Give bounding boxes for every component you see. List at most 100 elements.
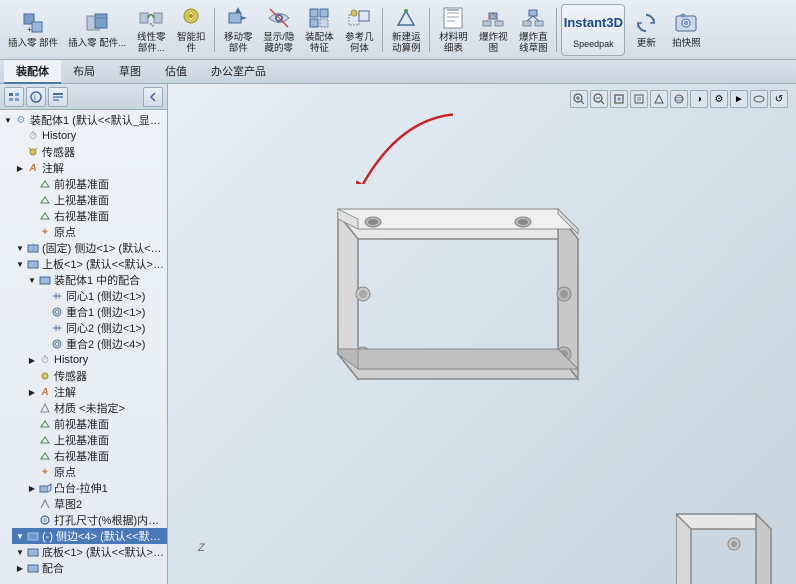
vp-3d-heads-up-btn[interactable] [750, 90, 768, 108]
explode-view-icon [479, 5, 507, 31]
toolbar-explode-view-label: 爆炸视图 [479, 33, 508, 54]
reference-geometry-icon [345, 5, 373, 31]
vp-zoom-in-btn[interactable] [570, 90, 588, 108]
toolbar-insert-component-label: 插入零 部件 [8, 39, 58, 49]
vp-view-setting-btn[interactable]: ⚙ [710, 90, 728, 108]
tree-item-material[interactable]: 材质 <未指定> [24, 400, 167, 416]
tab-office-product[interactable]: 办公室产品 [199, 60, 278, 84]
insert-parts-icon [83, 9, 111, 37]
tree-item-hole[interactable]: 打孔尺寸(%根据)内六角圆 [24, 512, 167, 528]
toolbar-material-details[interactable]: 材料明细表 [434, 4, 472, 56]
tree-item-annotation2[interactable]: ▶ A 注解 [24, 384, 167, 400]
toolbar-insert-parts[interactable]: 插入零 配件... [64, 4, 130, 56]
separator1 [214, 8, 215, 52]
toolbar-smart-parts-label: 智能扣件 [177, 33, 206, 54]
toolbar-smart-parts[interactable]: 智能扣件 [172, 4, 210, 56]
tab-sketch[interactable]: 草图 [107, 60, 153, 84]
material-details-icon [439, 5, 467, 31]
svg-text:∿: ∿ [149, 22, 155, 29]
tree-item-fixed-side[interactable]: ▼ (固定) 侧边<1> (默认<<默认 [12, 240, 167, 256]
z-axis-label: Z [198, 542, 205, 554]
tree-item-front-plane[interactable]: 前视基准面 [24, 176, 167, 192]
toolbar-show-hide[interactable]: 显示/隐藏的零 [259, 4, 298, 56]
tree-item-sensor2[interactable]: 传感器 [24, 368, 167, 384]
vp-section-btn[interactable]: ◑ [690, 90, 708, 108]
viewport[interactable]: ◑ ⚙ ► ↺ [168, 84, 796, 584]
feature-tree[interactable]: ▼ ⚙ 装配体1 (默认<<默认_显示状态 ⏱ History 传感器 ▶ A … [0, 110, 167, 584]
panel-icon-config[interactable] [48, 87, 68, 107]
toolbar-explode-line[interactable]: 爆炸直线草图 [514, 4, 552, 56]
tree-item-top-plate[interactable]: ▼ 上板<1> (默认<<默认>显示_显 [12, 256, 167, 272]
panel-icon-property[interactable]: i [26, 87, 46, 107]
toolbar-explode-line-label: 爆炸直线草图 [519, 33, 548, 54]
tree-item-origin1[interactable]: ✦ 原点 [24, 224, 167, 240]
3d-model [278, 154, 678, 454]
move-parts-icon [224, 5, 252, 31]
explode-line-icon [519, 5, 547, 31]
separator2 [382, 8, 383, 52]
tree-item-mates[interactable]: ▶ 配合 [12, 560, 167, 576]
viewport-toolbar: ◑ ⚙ ► ↺ [570, 90, 788, 108]
tree-item-sketch2[interactable]: 草图2 [24, 496, 167, 512]
vp-zoom-out-btn[interactable] [590, 90, 608, 108]
vp-more-btn[interactable]: ► [730, 90, 748, 108]
toolbar-move-parts-label: 移动零部件 [224, 33, 253, 54]
tree-item-concentric1[interactable]: 重合1 (侧边<1>) [36, 304, 167, 320]
show-hide-icon [265, 5, 293, 31]
tree-item-right-plane[interactable]: 右视基准面 [24, 208, 167, 224]
vp-rotate-btn[interactable]: ↺ [770, 90, 788, 108]
separator3 [429, 8, 430, 52]
tab-assembly[interactable]: 装配体 [4, 60, 61, 84]
tab-layout[interactable]: 布局 [61, 60, 107, 84]
panel-icon-tree[interactable] [4, 87, 24, 107]
tree-item-bottom-plate[interactable]: ▼ 底板<1> (默认<<默认>_显 [12, 544, 167, 560]
tree-item-root[interactable]: ▼ ⚙ 装配体1 (默认<<默认_显示状态 [0, 112, 167, 128]
left-panel: i ▼ ⚙ 装配体1 (默认<<默认_显示状态 ⏱ History [0, 84, 168, 584]
screenshot-icon [672, 9, 700, 37]
tree-item-history[interactable]: ⏱ History [12, 128, 167, 144]
toolbar-show-hide-label: 显示/隐藏的零 [263, 33, 294, 54]
top-toolbar: + 插入零 部件 插入零 配件... ∿ 线性零部件... [0, 0, 796, 60]
separator4 [556, 8, 557, 52]
assembly-features-icon [305, 5, 333, 31]
toolbar-reference-geometry-label: 参考几何体 [345, 33, 374, 54]
tree-item-coincident2[interactable]: 同心2 (侧边<1>) [36, 320, 167, 336]
toolbar-screenshot[interactable]: 拍快照 [667, 4, 705, 56]
toolbar-explode-view[interactable]: 爆炸视图 [474, 4, 512, 56]
tree-item-right-plane2[interactable]: 右视基准面 [24, 448, 167, 464]
toolbar-update-label: 更新 [637, 39, 656, 49]
vp-display-style-btn[interactable] [650, 90, 668, 108]
toolbar-update[interactable]: 更新 [627, 4, 665, 56]
tree-item-front-plane2[interactable]: 前视基准面 [24, 416, 167, 432]
tree-item-origin2[interactable]: ✦ 原点 [24, 464, 167, 480]
tree-item-boss-extrude[interactable]: ▶ 凸台-拉伸1 [24, 480, 167, 496]
vp-fit-btn[interactable] [610, 90, 628, 108]
vp-hide-show-btn[interactable] [670, 90, 688, 108]
toolbar-reference-geometry[interactable]: 参考几何体 [340, 4, 378, 56]
toolbar-instant3d-label: Speedpak [573, 40, 614, 50]
tree-item-top-plane2[interactable]: 上视基准面 [24, 432, 167, 448]
toolbar-assembly-features-label: 装配体特征 [305, 33, 334, 54]
toolbar-wire-config[interactable]: ∿ 线性零部件... [132, 4, 170, 56]
tree-item-concentric2[interactable]: 重合2 (侧边<4>) [36, 336, 167, 352]
tree-item-sensor[interactable]: 传感器 [12, 144, 167, 160]
toolbar-insert-parts-label: 插入零 配件... [68, 39, 126, 49]
toolbar-new-motion[interactable]: 新建运动算例 [387, 4, 425, 56]
vp-view-orient-btn[interactable] [630, 90, 648, 108]
tree-item-history2[interactable]: ▶ ⏱ History [24, 352, 167, 368]
tree-item-annotation1[interactable]: ▶ A 注解 [12, 160, 167, 176]
panel-collapse-btn[interactable] [143, 87, 163, 107]
toolbar-assembly-features[interactable]: 装配体特征 [300, 4, 338, 56]
tree-item-side4[interactable]: ▼ (-) 侧边<4> (默认<<默认>... [12, 528, 167, 544]
tab-evaluate[interactable]: 估值 [153, 60, 199, 84]
svg-text:+: + [27, 25, 32, 34]
insert-component-icon: + [19, 9, 47, 37]
partial-model [676, 504, 796, 584]
tree-item-coincident1[interactable]: 同心1 (侧边<1>) [36, 288, 167, 304]
toolbar-instant3d[interactable]: Instant3D Speedpak [561, 4, 625, 56]
tree-item-mates-in-assembly[interactable]: ▼ 装配体1 中的配合 [24, 272, 167, 288]
toolbar-insert-component[interactable]: + 插入零 部件 [4, 4, 62, 56]
main-area: i ▼ ⚙ 装配体1 (默认<<默认_显示状态 ⏱ History [0, 84, 796, 584]
toolbar-move-parts[interactable]: 移动零部件 [219, 4, 257, 56]
tree-item-top-plane[interactable]: 上视基准面 [24, 192, 167, 208]
